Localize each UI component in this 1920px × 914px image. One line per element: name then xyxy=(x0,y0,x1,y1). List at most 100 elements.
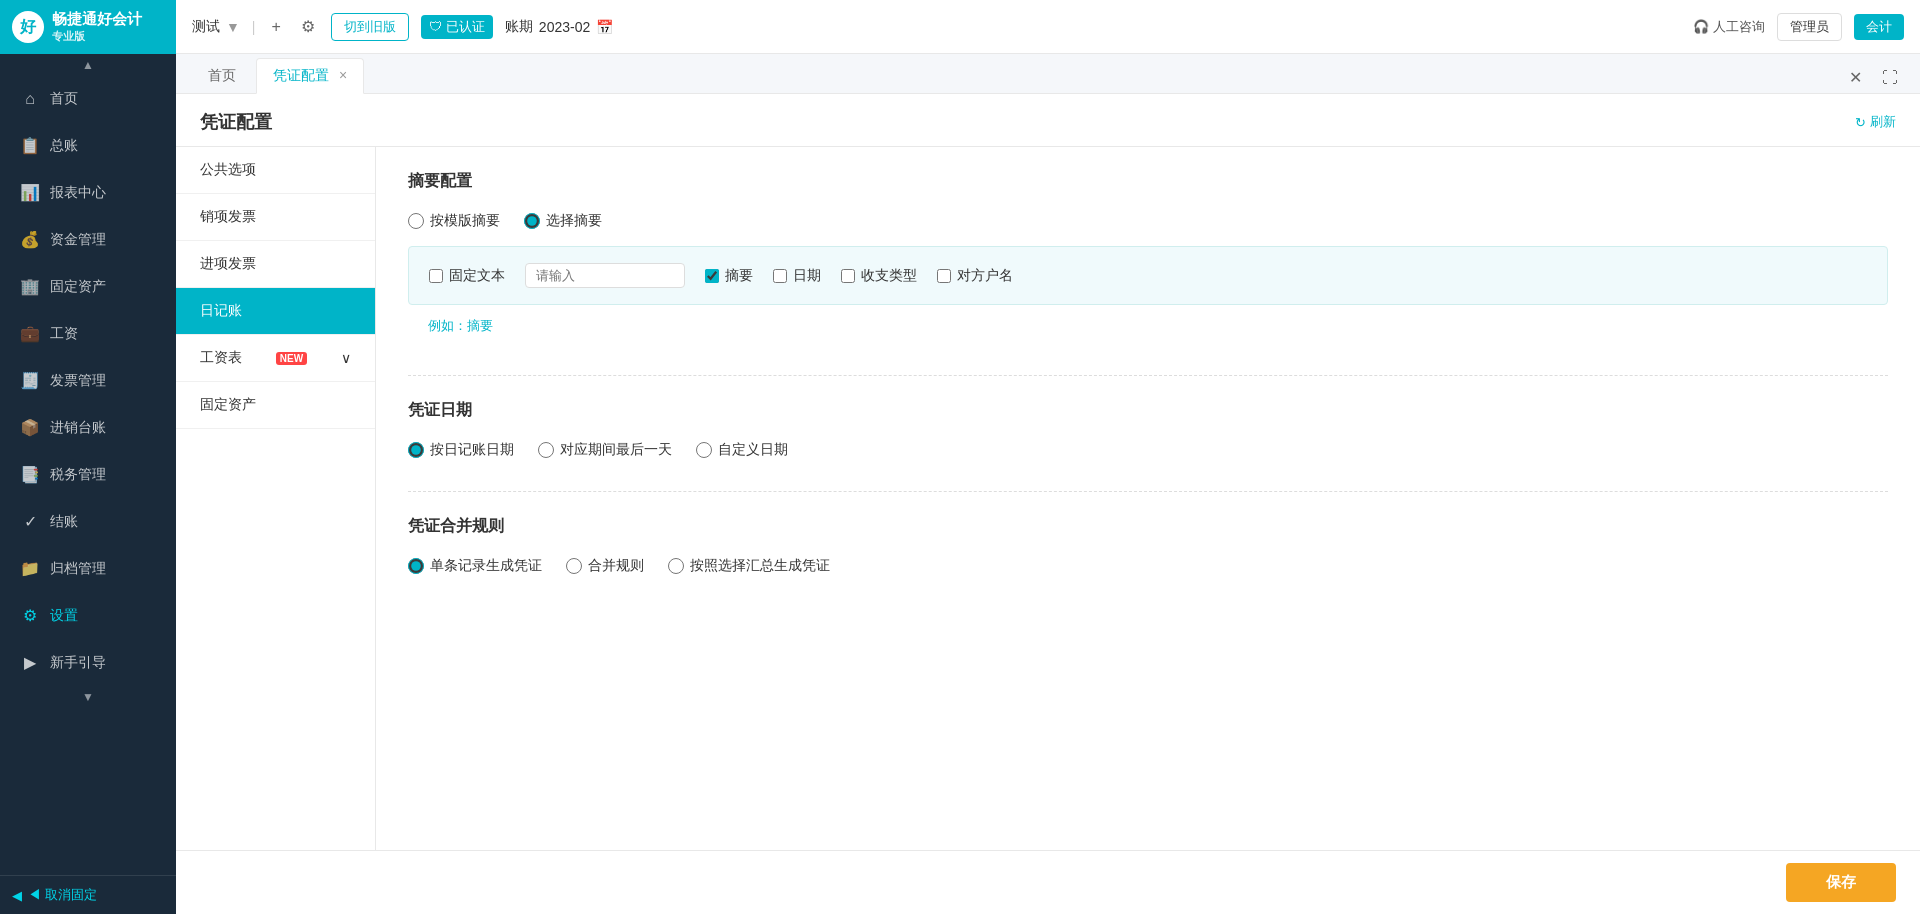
switch-version-button[interactable]: 切到旧版 xyxy=(331,13,409,41)
scroll-down-btn[interactable]: ▼ xyxy=(0,686,176,708)
cb-counterparty[interactable]: 对方户名 xyxy=(937,267,1013,285)
merge-radio-select[interactable]: 按照选择汇总生成凭证 xyxy=(668,557,830,575)
sidebar-item-reports[interactable]: 📊 报表中心 xyxy=(0,169,176,216)
nav-purchase[interactable]: 进项发票 xyxy=(176,241,375,288)
nav-fixed-assets[interactable]: 固定资产 xyxy=(176,382,375,429)
sidebar-nav: ▲ ⌂ 首页 📋 总账 📊 报表中心 💰 资金管理 🏢 固定资产 💼 工资 🧾 … xyxy=(0,54,176,875)
sidebar-label-purchase: 进销台账 xyxy=(50,419,106,437)
company-name: 测试 xyxy=(192,18,220,36)
radio-merge-rule-input[interactable] xyxy=(566,558,582,574)
tab-home-label: 首页 xyxy=(208,67,236,83)
radio-custom-date-label: 自定义日期 xyxy=(718,441,788,459)
purchase-icon: 📦 xyxy=(20,418,40,437)
cb-summary-input[interactable] xyxy=(705,269,719,283)
topbar: 测试 ▼ | + ⚙ 切到旧版 🛡 已认证 账期 2023-02 📅 🎧 人工咨… xyxy=(176,0,1920,54)
sidebar-item-assets[interactable]: 🏢 固定资产 xyxy=(0,263,176,310)
radio-period-last-input[interactable] xyxy=(538,442,554,458)
fixed-text-input[interactable] xyxy=(525,263,685,288)
close-window-button[interactable]: ✕ xyxy=(1843,66,1868,89)
cb-summary[interactable]: 摘要 xyxy=(705,267,753,285)
sidebar-item-ledger[interactable]: 📋 总账 xyxy=(0,122,176,169)
help-button[interactable]: 🎧 人工咨询 xyxy=(1693,18,1765,36)
tab-close-icon[interactable]: × xyxy=(339,67,347,83)
cb-fixed-text[interactable]: 固定文本 xyxy=(429,267,505,285)
sidebar-item-purchase[interactable]: 📦 进销台账 xyxy=(0,404,176,451)
add-company-button[interactable]: + xyxy=(268,14,285,40)
radio-template-input[interactable] xyxy=(408,213,424,229)
funds-icon: 💰 xyxy=(20,230,40,249)
sidebar-label-ledger: 总账 xyxy=(50,137,78,155)
sidebar-item-funds[interactable]: 💰 资金管理 xyxy=(0,216,176,263)
summary-radio-select[interactable]: 选择摘要 xyxy=(524,212,602,230)
tabbar: 首页 凭证配置 × ✕ ⛶ xyxy=(176,54,1920,94)
sidebar-label-assets: 固定资产 xyxy=(50,278,106,296)
dropdown-icon: ▼ xyxy=(226,19,240,35)
tab-home[interactable]: 首页 xyxy=(192,59,252,93)
sidebar-item-closing[interactable]: ✓ 结账 xyxy=(0,498,176,545)
radio-single-label: 单条记录生成凭证 xyxy=(430,557,542,575)
sidebar-label-archive: 归档管理 xyxy=(50,560,106,578)
main-area: 测试 ▼ | + ⚙ 切到旧版 🛡 已认证 账期 2023-02 📅 🎧 人工咨… xyxy=(176,0,1920,914)
calendar-icon[interactable]: 📅 xyxy=(596,19,613,35)
refresh-button[interactable]: ↻ 刷新 xyxy=(1855,113,1896,131)
nav-purchase-label: 进项发票 xyxy=(200,255,256,271)
nav-public-label: 公共选项 xyxy=(200,161,256,177)
sidebar-label-home: 首页 xyxy=(50,90,78,108)
role-button[interactable]: 会计 xyxy=(1854,14,1904,40)
date-title: 凭证日期 xyxy=(408,400,1888,421)
merge-radio-rule[interactable]: 合并规则 xyxy=(566,557,644,575)
sidebar-item-settings[interactable]: ⚙ 设置 xyxy=(0,592,176,639)
tab-voucher-config[interactable]: 凭证配置 × xyxy=(256,58,364,94)
new-badge: NEW xyxy=(276,352,307,365)
cb-date-label: 日期 xyxy=(793,267,821,285)
merge-radio-single[interactable]: 单条记录生成凭证 xyxy=(408,557,542,575)
admin-button[interactable]: 管理员 xyxy=(1777,13,1842,41)
sidebar-item-home[interactable]: ⌂ 首页 xyxy=(0,76,176,122)
radio-select-merge-input[interactable] xyxy=(668,558,684,574)
expand-window-button[interactable]: ⛶ xyxy=(1876,67,1904,89)
date-radio-custom[interactable]: 自定义日期 xyxy=(696,441,788,459)
radio-select-input[interactable] xyxy=(524,213,540,229)
cb-cashflow-input[interactable] xyxy=(841,269,855,283)
cb-cashflow[interactable]: 收支类型 xyxy=(841,267,917,285)
save-label: 保存 xyxy=(1826,873,1856,890)
cb-date[interactable]: 日期 xyxy=(773,267,821,285)
nav-payroll[interactable]: 工资表 NEW ∨ xyxy=(176,335,375,382)
sidebar-item-wages[interactable]: 💼 工资 xyxy=(0,310,176,357)
unpin-button[interactable]: ◀ ◀ 取消固定 xyxy=(0,875,176,914)
date-radio-journal[interactable]: 按日记账日期 xyxy=(408,441,514,459)
date-radio-period-last[interactable]: 对应期间最后一天 xyxy=(538,441,672,459)
sep1: | xyxy=(252,19,256,35)
page-title: 凭证配置 xyxy=(200,110,272,134)
guide-icon: ▶ xyxy=(20,653,40,672)
divider-2 xyxy=(408,491,1888,492)
sidebar-item-tax[interactable]: 📑 税务管理 xyxy=(0,451,176,498)
scroll-up-btn[interactable]: ▲ xyxy=(0,54,176,76)
nav-sales[interactable]: 销项发票 xyxy=(176,194,375,241)
certified-badge: 🛡 已认证 xyxy=(421,15,493,39)
cb-fixed-text-input[interactable] xyxy=(429,269,443,283)
radio-custom-date-input[interactable] xyxy=(696,442,712,458)
page-header: 凭证配置 ↻ 刷新 xyxy=(176,94,1920,147)
sidebar-logo: 好 畅捷通好会计 专业版 xyxy=(0,0,176,54)
topbar-right: 🎧 人工咨询 管理员 会计 xyxy=(1693,13,1904,41)
sidebar-item-invoices[interactable]: 🧾 发票管理 xyxy=(0,357,176,404)
home-icon: ⌂ xyxy=(20,90,40,108)
cb-date-input[interactable] xyxy=(773,269,787,283)
sidebar-item-guide[interactable]: ▶ 新手引导 xyxy=(0,639,176,686)
cb-counterparty-input[interactable] xyxy=(937,269,951,283)
logo-sub: 专业版 xyxy=(52,29,142,44)
sidebar: 好 畅捷通好会计 专业版 ▲ ⌂ 首页 📋 总账 📊 报表中心 💰 资金管理 🏢… xyxy=(0,0,176,914)
sidebar-label-funds: 资金管理 xyxy=(50,231,106,249)
nav-journal[interactable]: 日记账 xyxy=(176,288,375,335)
company-selector[interactable]: 测试 ▼ xyxy=(192,18,240,36)
nav-public[interactable]: 公共选项 xyxy=(176,147,375,194)
summary-radio-template[interactable]: 按模版摘要 xyxy=(408,212,500,230)
radio-single-input[interactable] xyxy=(408,558,424,574)
nav-fixed-assets-label: 固定资产 xyxy=(200,396,256,412)
radio-period-last-label: 对应期间最后一天 xyxy=(560,441,672,459)
save-button[interactable]: 保存 xyxy=(1786,863,1896,902)
settings-gear-button[interactable]: ⚙ xyxy=(297,13,319,40)
sidebar-item-archive[interactable]: 📁 归档管理 xyxy=(0,545,176,592)
radio-journal-date-input[interactable] xyxy=(408,442,424,458)
